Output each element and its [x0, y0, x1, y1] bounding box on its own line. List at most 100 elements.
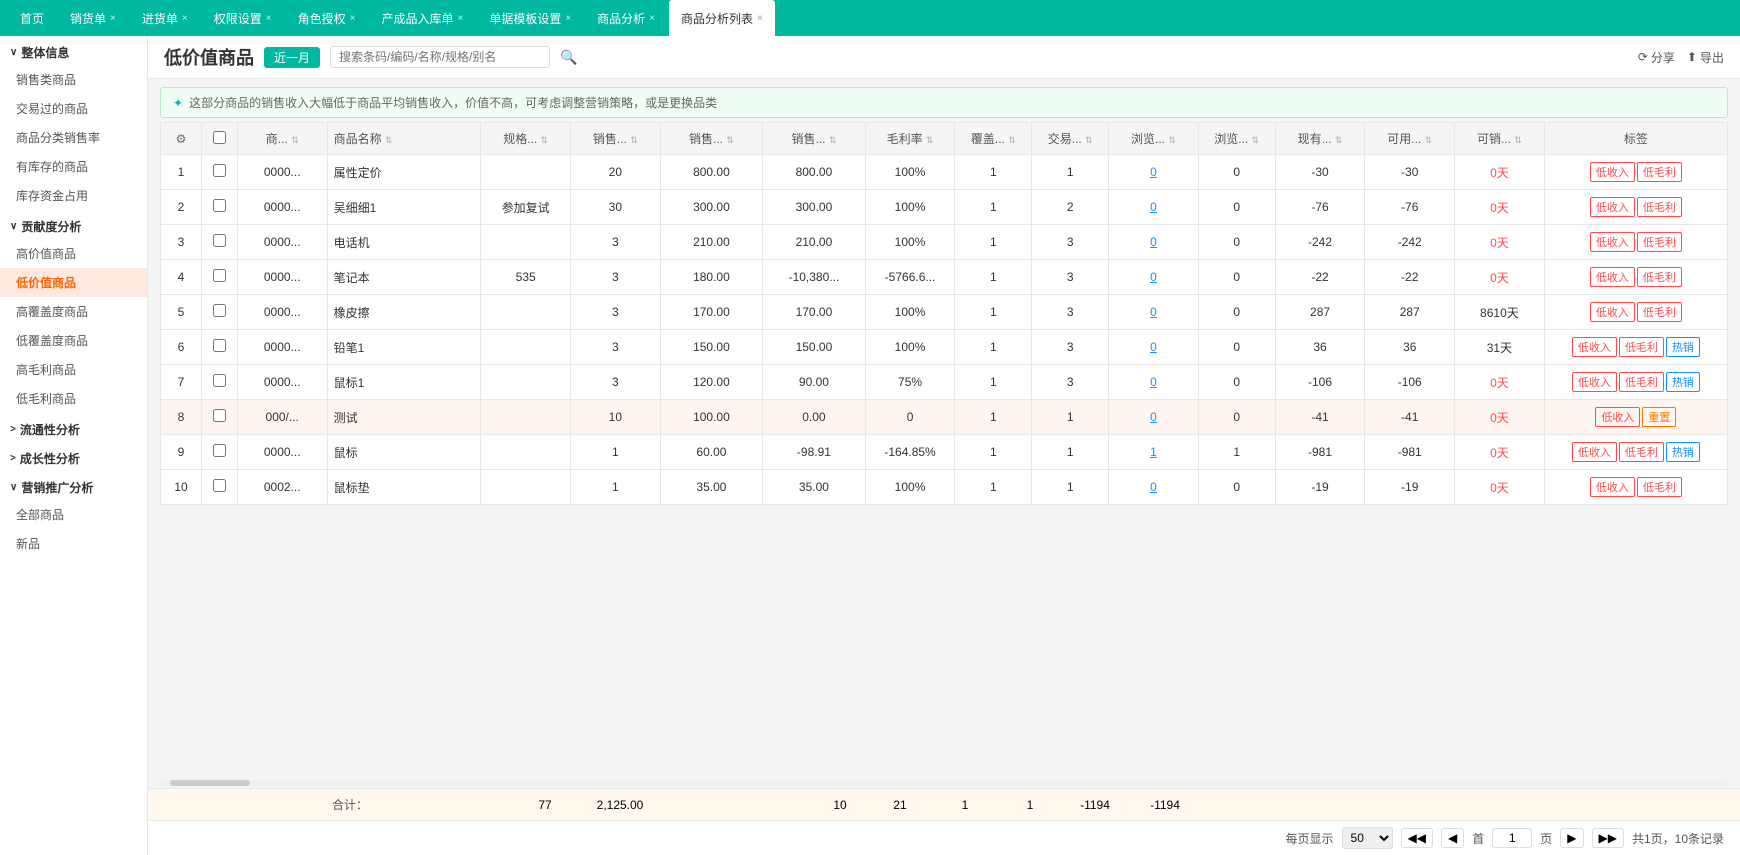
row-checkbox[interactable] [213, 234, 226, 247]
cell-check[interactable] [202, 435, 238, 470]
nav-permissions[interactable]: 权限设置 × [202, 0, 284, 36]
row-checkbox[interactable] [213, 409, 226, 422]
cell-check[interactable] [202, 155, 238, 190]
close-icon[interactable]: × [350, 13, 356, 24]
cell-check[interactable] [202, 400, 238, 435]
sidebar-item-category-sales-rate[interactable]: 商品分类销售率 [0, 123, 147, 152]
row-checkbox[interactable] [213, 339, 226, 352]
cell-browse1[interactable]: 0 [1109, 260, 1199, 295]
th-sale-profit[interactable]: 销售... ⇅ [763, 123, 866, 155]
nav-inbound[interactable]: 产成品入库单 × [369, 0, 475, 36]
sidebar-item-low-value[interactable]: 低价值商品 [0, 268, 147, 297]
cell-check[interactable] [202, 470, 238, 505]
row-checkbox[interactable] [213, 444, 226, 457]
th-gross-margin[interactable]: 毛利率 ⇅ [865, 123, 955, 155]
close-icon[interactable]: × [457, 13, 463, 24]
close-icon[interactable]: × [266, 13, 272, 24]
gear-icon[interactable]: ⚙ [176, 132, 187, 146]
prev-page-button[interactable]: ◀ [1441, 828, 1464, 848]
sidebar-item-low-coverage[interactable]: 低覆盖度商品 [0, 326, 147, 355]
table-wrapper[interactable]: ⚙ 商... ⇅ 商品名称 ⇅ 规格... ⇅ 销售... ⇅ 销售... ⇅ … [160, 122, 1728, 778]
page-size-select[interactable]: 50 100 200 [1342, 827, 1393, 849]
cell-browse1[interactable]: 0 [1109, 400, 1199, 435]
row-checkbox[interactable] [213, 479, 226, 492]
cell-check[interactable] [202, 225, 238, 260]
sidebar-group-overview[interactable]: ∨ 整体信息 [0, 36, 147, 65]
cell-browse1[interactable]: 0 [1109, 155, 1199, 190]
current-page-input[interactable] [1492, 828, 1532, 848]
row-checkbox[interactable] [213, 269, 226, 282]
th-available-stock[interactable]: 可用... ⇅ [1365, 123, 1455, 155]
th-checkbox[interactable] [202, 123, 238, 155]
close-icon[interactable]: × [110, 13, 116, 24]
cell-check[interactable] [202, 295, 238, 330]
th-current-stock[interactable]: 现有... ⇅ [1275, 123, 1365, 155]
next-page-button[interactable]: ▶ [1560, 828, 1583, 848]
sidebar-item-traded-products[interactable]: 交易过的商品 [0, 94, 147, 123]
cell-browse1[interactable]: 0 [1109, 190, 1199, 225]
browse-link[interactable]: 0 [1150, 235, 1157, 249]
select-all-checkbox[interactable] [213, 131, 226, 144]
nav-product-analysis-list[interactable]: 商品分析列表 × [669, 0, 775, 36]
th-coverage[interactable]: 覆盖... ⇅ [955, 123, 1032, 155]
th-sellable-days[interactable]: 可销... ⇅ [1455, 123, 1545, 155]
browse-link[interactable]: 0 [1150, 480, 1157, 494]
cell-browse1[interactable]: 0 [1109, 470, 1199, 505]
search-icon[interactable]: 🔍 [560, 49, 577, 66]
browse-link[interactable]: 0 [1150, 375, 1157, 389]
cell-browse1[interactable]: 0 [1109, 365, 1199, 400]
browse-link[interactable]: 0 [1150, 270, 1157, 284]
close-icon[interactable]: × [182, 13, 188, 24]
sidebar-item-new-products[interactable]: 新品 [0, 529, 147, 558]
nav-product-analysis[interactable]: 商品分析 × [585, 0, 667, 36]
th-browse2[interactable]: 浏览... ⇅ [1198, 123, 1275, 155]
sidebar-group-contribution[interactable]: ∨ 贡献度分析 [0, 210, 147, 239]
sidebar-item-all-products[interactable]: 全部商品 [0, 500, 147, 529]
close-icon[interactable]: × [757, 13, 763, 24]
browse-link[interactable]: 0 [1150, 200, 1157, 214]
horizontal-scrollbar[interactable] [160, 780, 1728, 786]
browse-link[interactable]: 0 [1150, 165, 1157, 179]
sidebar-item-stocked-products[interactable]: 有库存的商品 [0, 152, 147, 181]
sidebar-group-growth[interactable]: > 成长性分析 [0, 442, 147, 471]
nav-home[interactable]: 首页 [8, 0, 56, 36]
cell-browse1[interactable]: 1 [1109, 435, 1199, 470]
sidebar-group-marketing[interactable]: ∨ 营销推广分析 [0, 471, 147, 500]
row-checkbox[interactable] [213, 164, 226, 177]
th-browse1[interactable]: 浏览... ⇅ [1109, 123, 1199, 155]
sidebar-item-high-margin[interactable]: 高毛利商品 [0, 355, 147, 384]
row-checkbox[interactable] [213, 199, 226, 212]
nav-sales-order[interactable]: 销货单 × [58, 0, 128, 36]
cell-browse1[interactable]: 0 [1109, 225, 1199, 260]
th-spec[interactable]: 规格... ⇅ [481, 123, 571, 155]
cell-check[interactable] [202, 330, 238, 365]
cell-check[interactable] [202, 260, 238, 295]
sidebar-item-stock-funds[interactable]: 库存资金占用 [0, 181, 147, 210]
sidebar-item-high-value[interactable]: 高价值商品 [0, 239, 147, 268]
sidebar-item-low-margin[interactable]: 低毛利商品 [0, 384, 147, 413]
cell-browse1[interactable]: 0 [1109, 330, 1199, 365]
cell-browse1[interactable]: 0 [1109, 295, 1199, 330]
th-gear[interactable]: ⚙ [161, 123, 202, 155]
row-checkbox[interactable] [213, 374, 226, 387]
th-code[interactable]: 商... ⇅ [237, 123, 327, 155]
th-sale-qty[interactable]: 销售... ⇅ [571, 123, 661, 155]
share-button[interactable]: ⟳ 分享 [1638, 49, 1675, 66]
th-sale-price[interactable]: 销售... ⇅ [660, 123, 763, 155]
browse-link[interactable]: 0 [1150, 410, 1157, 424]
sidebar-group-liquidity[interactable]: > 流通性分析 [0, 413, 147, 442]
last-page-button[interactable]: ▶▶ [1592, 828, 1624, 848]
time-filter-button[interactable]: 近一月 [264, 47, 320, 68]
browse-link[interactable]: 1 [1150, 445, 1157, 459]
row-checkbox[interactable] [213, 304, 226, 317]
cell-check[interactable] [202, 190, 238, 225]
close-icon[interactable]: × [649, 13, 655, 24]
nav-purchase-order[interactable]: 进货单 × [130, 0, 200, 36]
close-icon[interactable]: × [565, 13, 571, 24]
browse-link[interactable]: 0 [1150, 340, 1157, 354]
th-name[interactable]: 商品名称 ⇅ [327, 123, 481, 155]
sidebar-item-sales-products[interactable]: 销售类商品 [0, 65, 147, 94]
first-page-button[interactable]: ◀◀ [1401, 828, 1433, 848]
scrollbar-thumb[interactable] [170, 780, 250, 786]
nav-template[interactable]: 单据模板设置 × [477, 0, 583, 36]
